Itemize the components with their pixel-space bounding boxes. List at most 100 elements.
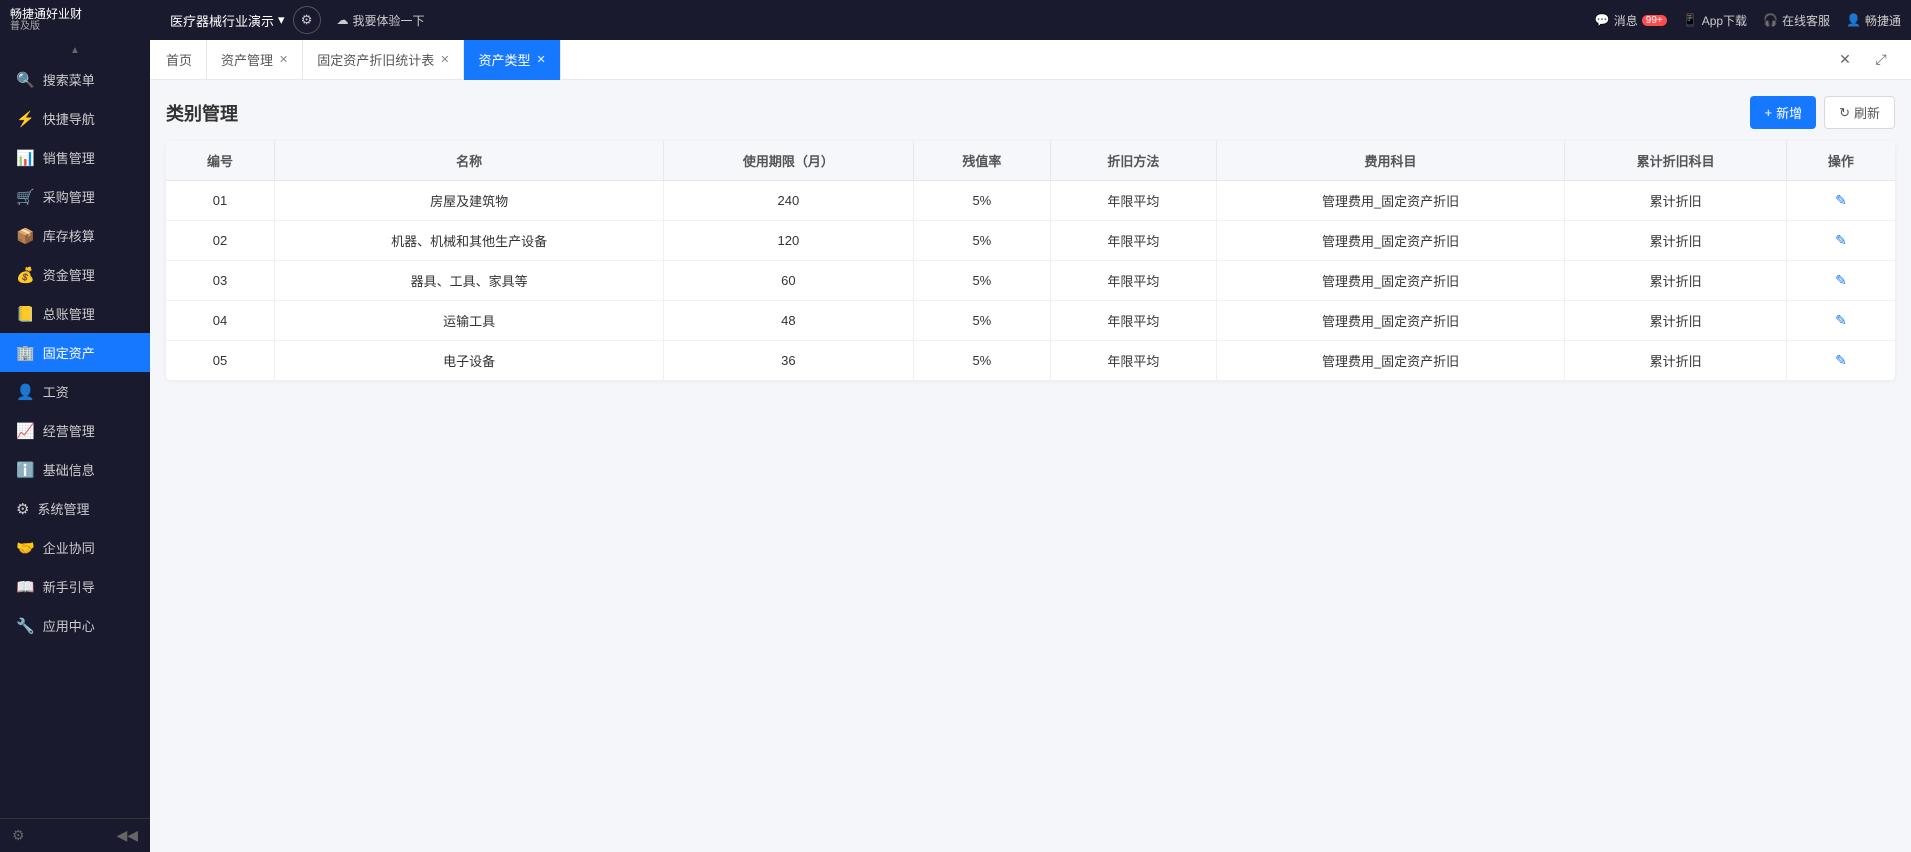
cell-method-4: 年限平均 (1051, 341, 1217, 381)
breadcrumb-tab-2[interactable]: 固定资产折旧统计表✕ (303, 40, 464, 80)
refresh-icon: ↻ (1839, 105, 1850, 121)
breadcrumb-tab-1[interactable]: 资产管理✕ (207, 40, 303, 80)
sidebar-label-7: 固定资产 (43, 343, 95, 362)
app-download-button[interactable]: 📱 App下载 (1683, 12, 1747, 29)
sidebar-item-企业协同[interactable]: 🤝 企业协同 (0, 528, 150, 567)
edit-icon-2[interactable]: ✎ (1835, 272, 1847, 288)
cell-accumulated-0: 累计折旧 (1565, 181, 1786, 221)
message-button[interactable]: 💬 消息 99+ (1595, 12, 1667, 29)
plus-icon: + (1764, 105, 1772, 120)
page-header: 类别管理 + 新增 ↻ 刷新 (166, 96, 1895, 129)
message-label: 消息 (1614, 12, 1638, 29)
col-header-1: 名称 (275, 141, 664, 181)
breadcrumb-bar: 首页资产管理✕固定资产折旧统计表✕资产类型✕ ✕ ⤢ (150, 40, 1911, 80)
app-download-label: App下载 (1702, 12, 1747, 29)
refresh-label: 刷新 (1854, 103, 1880, 122)
tab-close-3[interactable]: ✕ (537, 53, 546, 66)
cell-action-4[interactable]: ✎ (1786, 341, 1895, 381)
sidebar-item-总账管理[interactable]: 📒 总账管理 (0, 294, 150, 333)
topbar-logo-area: 畅捷通好业财 普及版 (10, 7, 160, 33)
sidebar-item-固定资产[interactable]: 🏢 固定资产 (0, 333, 150, 372)
sidebar-icon-6: 📒 (16, 305, 35, 323)
tab-close-2[interactable]: ✕ (440, 53, 449, 66)
sidebar-label-9: 经营管理 (43, 421, 95, 440)
sidebar-item-基础信息[interactable]: ℹ️ 基础信息 (0, 450, 150, 489)
cell-rate-1: 5% (913, 221, 1051, 261)
sidebar-item-应用中心[interactable]: 🔧 应用中心 (0, 606, 150, 645)
user-name: 畅捷通 (1865, 12, 1901, 29)
message-badge: 99+ (1642, 15, 1667, 26)
page-content: 类别管理 + 新增 ↻ 刷新 编号名称使用期限（月）残值率折旧方法费用科目累计折… (150, 80, 1911, 852)
gear-icon: ⚙ (301, 12, 313, 28)
online-service-button[interactable]: 🎧 在线客服 (1763, 12, 1830, 29)
tab-close-1[interactable]: ✕ (279, 53, 288, 66)
sidebar-item-销售管理[interactable]: 📊 销售管理 (0, 138, 150, 177)
sidebar-label-5: 资金管理 (43, 265, 95, 284)
sidebar-footer: ⚙ ◀◀ (0, 818, 150, 852)
fullscreen-button[interactable]: ⤢ (1867, 46, 1895, 74)
sidebar-collapse-button[interactable]: ◀◀ (116, 827, 138, 844)
new-label: 新增 (1776, 103, 1802, 122)
edit-icon-4[interactable]: ✎ (1835, 352, 1847, 368)
cell-method-0: 年限平均 (1051, 181, 1217, 221)
sidebar-label-10: 基础信息 (43, 460, 95, 479)
user-menu[interactable]: 👤 畅捷通 (1846, 12, 1901, 29)
breadcrumb-tab-0[interactable]: 首页 (166, 40, 207, 80)
edit-icon-0[interactable]: ✎ (1835, 192, 1847, 208)
close-tab-button[interactable]: ✕ (1831, 46, 1859, 74)
company-selector[interactable]: 医疗器械行业演示 ▾ (170, 11, 285, 30)
cell-method-1: 年限平均 (1051, 221, 1217, 261)
breadcrumb-tab-3[interactable]: 资产类型✕ (464, 40, 560, 80)
cell-expense-0: 管理费用_固定资产折旧 (1216, 181, 1565, 221)
sidebar-item-搜索菜单[interactable]: 🔍 搜索菜单 (0, 60, 150, 99)
sidebar-item-采购管理[interactable]: 🛒 采购管理 (0, 177, 150, 216)
col-header-0: 编号 (166, 141, 275, 181)
experience-label: 我要体验一下 (353, 12, 425, 29)
edit-icon-3[interactable]: ✎ (1835, 312, 1847, 328)
cell-action-3[interactable]: ✎ (1786, 301, 1895, 341)
breadcrumb-actions: ✕ ⤢ (1831, 46, 1895, 74)
col-header-5: 费用科目 (1216, 141, 1565, 181)
cell-expense-4: 管理费用_固定资产折旧 (1216, 341, 1565, 381)
sidebar-icon-1: ⚡ (16, 110, 35, 128)
edit-icon-1[interactable]: ✎ (1835, 232, 1847, 248)
sidebar-item-库存核算[interactable]: 📦 库存核算 (0, 216, 150, 255)
sidebar-label-2: 销售管理 (43, 148, 95, 167)
sidebar-item-工资[interactable]: 👤 工资 (0, 372, 150, 411)
sidebar-item-新手引导[interactable]: 📖 新手引导 (0, 567, 150, 606)
new-button[interactable]: + 新增 (1750, 96, 1816, 129)
sidebar-item-快捷导航[interactable]: ⚡ 快捷导航 (0, 99, 150, 138)
cell-period-4: 36 (664, 341, 913, 381)
cell-method-2: 年限平均 (1051, 261, 1217, 301)
cell-accumulated-1: 累计折旧 (1565, 221, 1786, 261)
sidebar-item-系统管理[interactable]: ⚙ 系统管理 (0, 489, 150, 528)
cell-id-3: 04 (166, 301, 275, 341)
sidebar-icon-8: 👤 (16, 383, 35, 401)
topbar: 畅捷通好业财 普及版 医疗器械行业演示 ▾ ⚙ ☁ 我要体验一下 💬 消息 99… (0, 0, 1911, 40)
sidebar-icon-9: 📈 (16, 422, 35, 440)
col-header-6: 累计折旧科目 (1565, 141, 1786, 181)
cell-expense-2: 管理费用_固定资产折旧 (1216, 261, 1565, 301)
sidebar-label-11: 系统管理 (37, 499, 89, 518)
cell-method-3: 年限平均 (1051, 301, 1217, 341)
sidebar-icon-14: 🔧 (16, 617, 35, 635)
sidebar-label-6: 总账管理 (43, 304, 95, 323)
sidebar-item-经营管理[interactable]: 📈 经营管理 (0, 411, 150, 450)
sidebar-icon-13: 📖 (16, 578, 35, 596)
cell-action-1[interactable]: ✎ (1786, 221, 1895, 261)
refresh-button[interactable]: ↻ 刷新 (1824, 96, 1895, 129)
cell-action-2[interactable]: ✎ (1786, 261, 1895, 301)
cell-name-1: 机器、机械和其他生产设备 (275, 221, 664, 261)
sidebar-item-资金管理[interactable]: 💰 资金管理 (0, 255, 150, 294)
sidebar-icon-3: 🛒 (16, 188, 35, 206)
experience-button[interactable]: ☁ 我要体验一下 (329, 8, 433, 33)
cell-period-1: 120 (664, 221, 913, 261)
table-row: 01房屋及建筑物2405%年限平均管理费用_固定资产折旧累计折旧✎ (166, 181, 1895, 221)
dropdown-icon: ▾ (278, 12, 285, 28)
cell-period-2: 60 (664, 261, 913, 301)
sidebar-settings-button[interactable]: ⚙ (12, 827, 25, 844)
company-settings-button[interactable]: ⚙ (293, 6, 321, 34)
sidebar-scroll-up[interactable]: ▲ (0, 40, 150, 60)
sidebar-icon-0: 🔍 (16, 71, 35, 89)
cell-action-0[interactable]: ✎ (1786, 181, 1895, 221)
